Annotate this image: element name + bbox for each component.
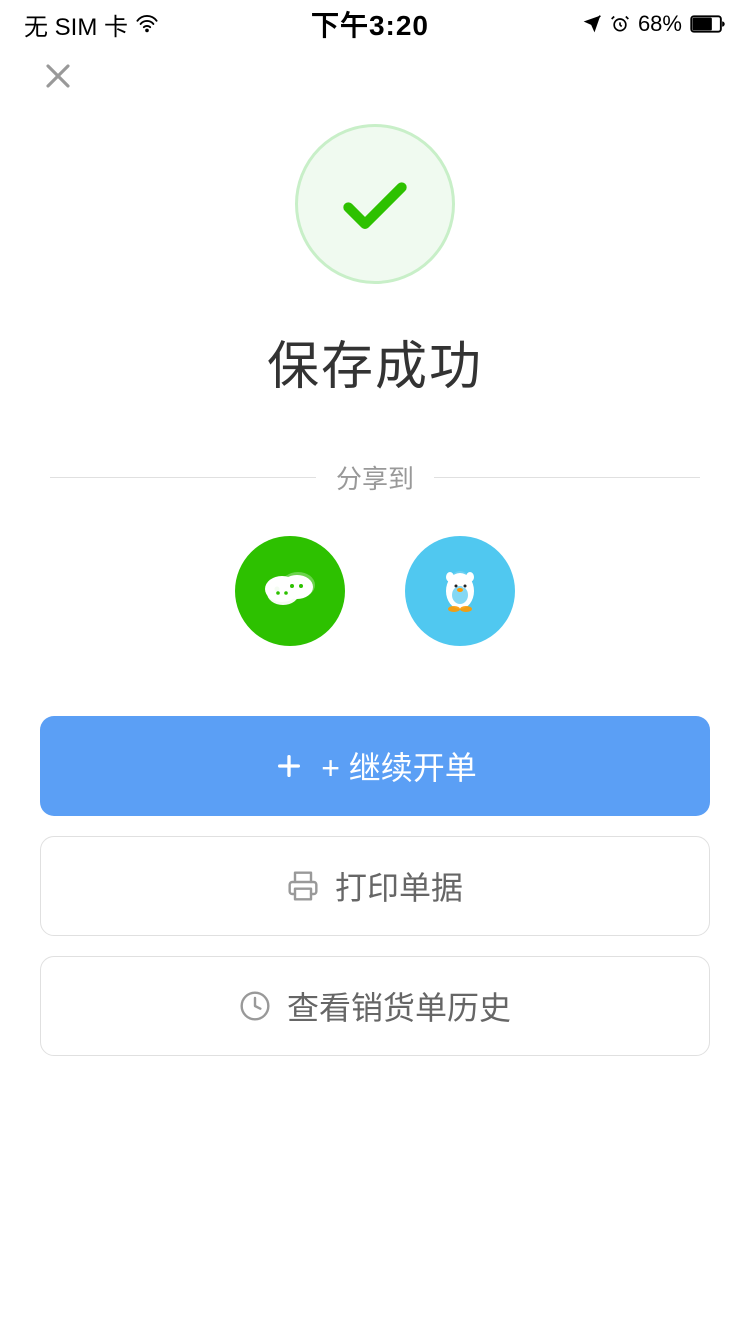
- actions-container: + 继续开单 打印单据 查看销货单历史: [0, 716, 750, 1056]
- share-icons-row: [235, 536, 515, 646]
- status-time: 下午3:20: [311, 4, 429, 44]
- plus-icon: [273, 750, 305, 782]
- wifi-icon: [136, 13, 158, 35]
- share-divider: 分享到: [0, 459, 750, 496]
- qq-icon: [428, 559, 492, 623]
- wechat-share-button[interactable]: [235, 536, 345, 646]
- qq-share-button[interactable]: [405, 536, 515, 646]
- printer-icon: [287, 870, 319, 902]
- wechat-logo-icon: [258, 559, 322, 623]
- share-label: 分享到: [316, 459, 434, 496]
- success-icon-circle: [295, 124, 455, 284]
- clock-icon: [239, 990, 271, 1022]
- status-bar: 无 SIM 卡 下午3:20 68%: [0, 0, 750, 44]
- main-content: 保存成功 分享到: [0, 44, 750, 1056]
- no-sim-text: 无 SIM 卡: [24, 7, 128, 42]
- divider-line-right: [434, 477, 700, 478]
- battery-icon: [690, 15, 726, 33]
- history-label: 查看销货单历史: [287, 983, 511, 1029]
- battery-percent: 68%: [638, 11, 682, 37]
- continue-label: + 继续开单: [321, 743, 477, 789]
- status-right: 68%: [582, 11, 726, 37]
- divider-line-left: [50, 477, 316, 478]
- print-label: 打印单据: [335, 863, 463, 909]
- print-button[interactable]: 打印单据: [40, 836, 710, 936]
- history-button[interactable]: 查看销货单历史: [40, 956, 710, 1056]
- alarm-icon: [610, 14, 630, 34]
- checkmark-icon: [335, 164, 415, 244]
- close-button[interactable]: [36, 54, 80, 98]
- location-icon: [582, 14, 602, 34]
- success-title: 保存成功: [267, 324, 483, 399]
- continue-button[interactable]: + 继续开单: [40, 716, 710, 816]
- status-left: 无 SIM 卡: [24, 7, 158, 42]
